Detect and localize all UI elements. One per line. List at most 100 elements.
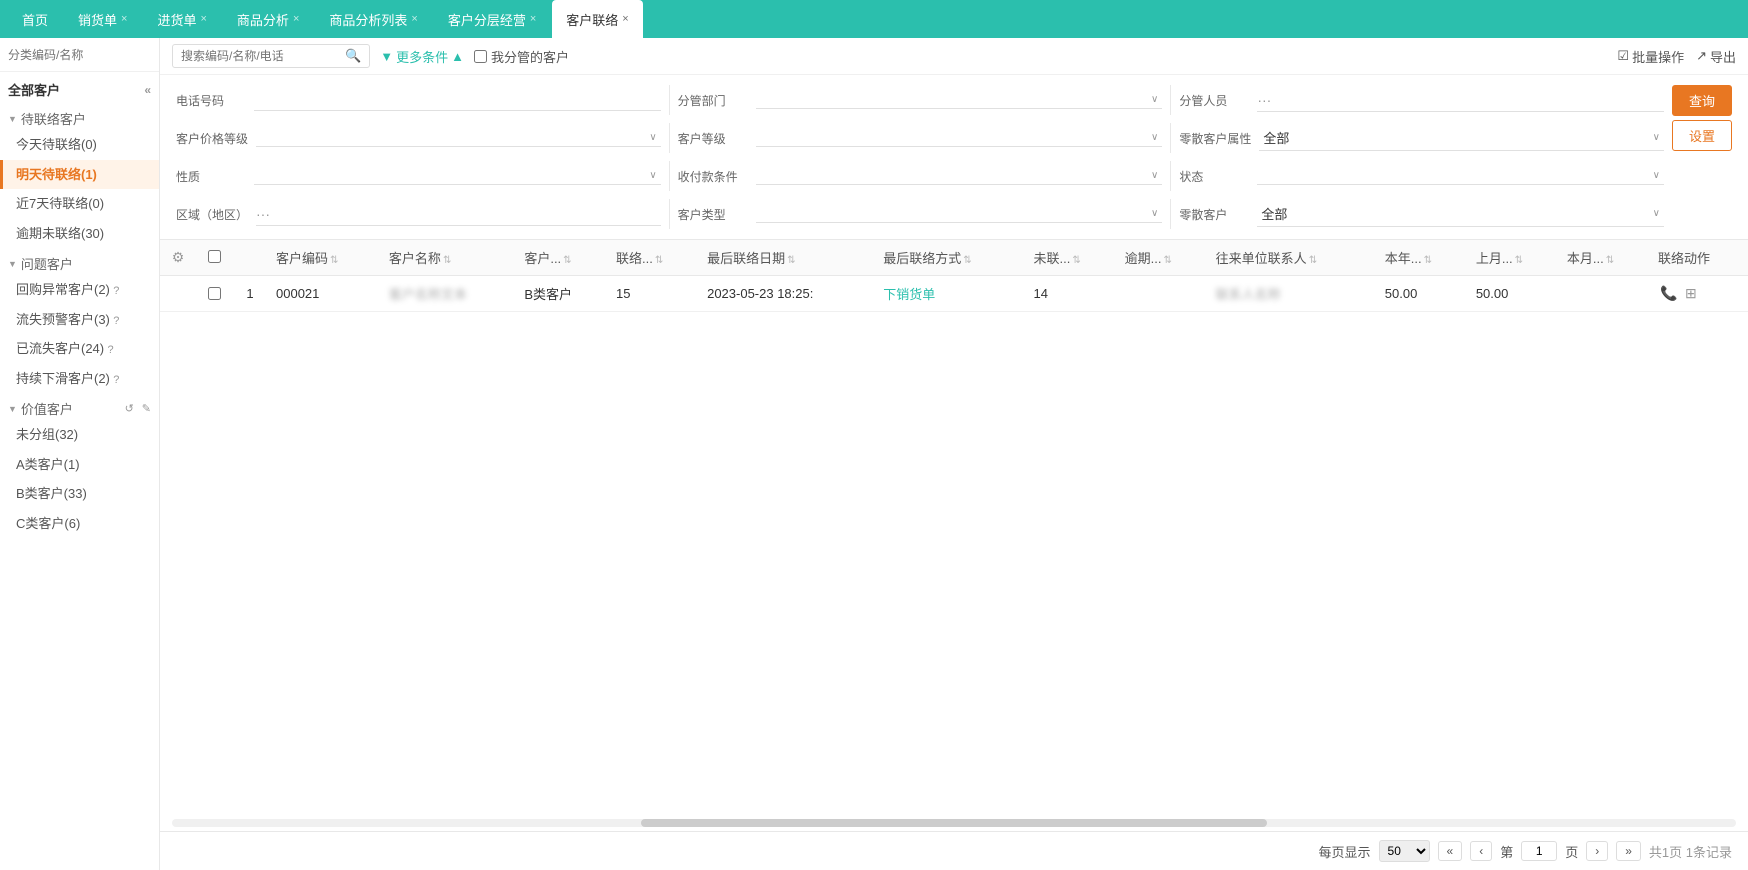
filter-cust-type: 客户类型 ∨ [678, 205, 1163, 223]
sort-unit-contact-icon[interactable]: ⇅ [1309, 255, 1317, 266]
sort-type-icon[interactable]: ⇅ [563, 255, 571, 266]
filter-scatter-select[interactable]: 全部 ∨ [1257, 201, 1664, 227]
nav-home-label: 首页 [22, 10, 48, 29]
filter-payment: 收付款条件 ∨ [678, 167, 1163, 185]
filter-dept-label: 分管部门 [678, 92, 748, 109]
sort-last-method-icon[interactable]: ⇅ [963, 255, 971, 266]
row-gear-cell [160, 276, 196, 312]
filter-divider-6 [1170, 161, 1171, 191]
nav-purchase-label: 进货单 [157, 10, 196, 29]
filter-manager-label: 分管人员 [1179, 92, 1249, 109]
filter-price-level-select[interactable]: ∨ [256, 129, 661, 147]
sort-overdue-icon[interactable]: ⇅ [1163, 255, 1171, 266]
filter-cust-level-select[interactable]: ∨ [756, 129, 1163, 147]
filter-dept-select[interactable]: ∨ [756, 91, 1163, 109]
nav-home[interactable]: 首页 [8, 0, 62, 38]
filter-phone: 电话号码 [176, 90, 661, 111]
filter-payment-select[interactable]: ∨ [756, 167, 1163, 185]
more-filter-btn[interactable]: ▼ 更多条件 ▲ [380, 47, 464, 66]
sidebar-item-today[interactable]: 今天待联络(0) [0, 130, 159, 160]
sort-this-month-icon[interactable]: ⇅ [1606, 255, 1614, 266]
value-group-refresh[interactable]: ↺ [125, 402, 134, 415]
nav-analysis[interactable]: 商品分析 × [223, 0, 313, 38]
sort-last-month-icon[interactable]: ⇅ [1515, 255, 1523, 266]
nav-customer-tier-label: 客户分层经营 [448, 10, 526, 29]
filter-region-dots[interactable]: ··· [256, 206, 270, 222]
sort-no-contact-icon[interactable]: ⇅ [1072, 255, 1080, 266]
sidebar-search-bar: 🔍 [0, 38, 159, 72]
sidebar-item-c-class[interactable]: C类客户(6) [0, 509, 159, 539]
nav-purchase[interactable]: 进货单 × [143, 0, 220, 38]
filter-nature: 性质 ∨ [176, 167, 661, 185]
sidebar-item-churn-warn[interactable]: 流失预警客户(3) ? [0, 305, 159, 335]
data-table-wrapper: ⚙ 客户编码⇅ 客户名称⇅ 客户...⇅ [160, 240, 1748, 815]
batch-op-checkbox-icon: ☑ [1617, 48, 1629, 64]
row-last-month-cell: 50.00 [1468, 276, 1559, 312]
sidebar-all-customers[interactable]: 全部客户 « [0, 72, 159, 103]
sidebar-item-b-class[interactable]: B类客户(33) [0, 479, 159, 509]
per-page-select[interactable]: 50 100 200 [1379, 840, 1430, 862]
filter-scatter-attr-select[interactable]: 全部 ∨ [1259, 125, 1664, 151]
content-area: 🔍 ▼ 更多条件 ▲ 我分管的客户 ☑ 批量操作 ↗ 导出 [160, 38, 1748, 870]
sort-this-year-icon[interactable]: ⇅ [1424, 255, 1432, 266]
sidebar-item-tomorrow[interactable]: 明天待联络(1) [0, 160, 159, 190]
sidebar-item-a-class[interactable]: A类客户(1) [0, 450, 159, 480]
my-customer-check[interactable] [474, 50, 487, 63]
filter-row-3: 性质 ∨ 收付款条件 ∨ [176, 161, 1664, 191]
search-input[interactable] [181, 49, 341, 63]
sidebar-item-overdue[interactable]: 逾期未联络(30) [0, 219, 159, 249]
export-icon: ↗ [1696, 48, 1707, 64]
sidebar-search-input[interactable] [8, 48, 160, 62]
last-method-link[interactable]: 下销货单 [883, 287, 935, 302]
filter-phone-input[interactable] [254, 90, 661, 111]
search-box: 🔍 [172, 44, 370, 68]
last-page-btn[interactable]: » [1616, 841, 1641, 861]
filter-status-select[interactable]: ∨ [1257, 167, 1664, 185]
sidebar-item-declining[interactable]: 持续下滑客户(2) ? [0, 364, 159, 394]
sidebar-item-abnormal[interactable]: 回购异常客户(2) ? [0, 275, 159, 305]
col-contact: 联络...⇅ [608, 240, 699, 276]
nav-customer-tier-close[interactable]: × [530, 13, 536, 25]
next-page-btn[interactable]: › [1586, 841, 1608, 861]
action-more-icon[interactable]: ⊞ [1685, 285, 1697, 301]
reset-button[interactable]: 设置 [1672, 120, 1732, 151]
filter-nature-select[interactable]: ∨ [254, 167, 661, 185]
sort-name-icon[interactable]: ⇅ [443, 255, 451, 266]
value-group-edit[interactable]: ✎ [142, 402, 151, 415]
nav-purchase-close[interactable]: × [200, 13, 206, 25]
nav-customer-tier[interactable]: 客户分层经营 × [434, 0, 550, 38]
nav-sales[interactable]: 销货单 × [64, 0, 141, 38]
sort-contact-icon[interactable]: ⇅ [655, 255, 663, 266]
page-number-input[interactable] [1521, 841, 1557, 861]
nav-analysis-list-close[interactable]: × [411, 13, 417, 25]
my-customer-checkbox[interactable]: 我分管的客户 [474, 47, 569, 66]
scrollbar-thumb[interactable] [641, 819, 1267, 827]
nav-analysis-list[interactable]: 商品分析列表 × [315, 0, 431, 38]
nav-analysis-close[interactable]: × [293, 13, 299, 25]
sidebar-item-7days[interactable]: 近7天待联络(0) [0, 189, 159, 219]
filter-search-icon[interactable]: 🔍 [345, 48, 361, 64]
table-gear-icon[interactable]: ⚙ [172, 249, 185, 265]
nav-sales-close[interactable]: × [121, 13, 127, 25]
select-all-checkbox[interactable] [208, 250, 221, 263]
nav-customer-contact-close[interactable]: × [622, 13, 628, 25]
first-page-btn[interactable]: « [1438, 841, 1463, 861]
sort-last-date-icon[interactable]: ⇅ [787, 255, 795, 266]
row-this-month-cell [1559, 276, 1650, 312]
export-btn[interactable]: ↗ 导出 [1696, 47, 1736, 66]
sort-code-icon[interactable]: ⇅ [330, 255, 338, 266]
filter-divider-4 [1170, 123, 1171, 153]
batch-op-btn[interactable]: ☑ 批量操作 [1617, 47, 1684, 66]
sidebar-item-churned[interactable]: 已流失客户(24) ? [0, 334, 159, 364]
sidebar-collapse-icon[interactable]: « [144, 83, 151, 97]
row-checkbox[interactable] [208, 287, 221, 300]
nav-customer-contact[interactable]: 客户联络 × [552, 0, 642, 38]
sidebar-item-ungrouped[interactable]: 未分组(32) [0, 420, 159, 450]
query-button[interactable]: 查询 [1672, 85, 1732, 116]
filter-manager-dots[interactable]: ··· [1257, 92, 1271, 108]
horizontal-scrollbar[interactable] [160, 815, 1748, 831]
action-phone-icon[interactable]: 📞 [1660, 285, 1677, 301]
prev-page-btn[interactable]: ‹ [1470, 841, 1492, 861]
filter-cust-type-select[interactable]: ∨ [756, 205, 1163, 223]
per-page-label: 每页显示 [1319, 842, 1371, 861]
